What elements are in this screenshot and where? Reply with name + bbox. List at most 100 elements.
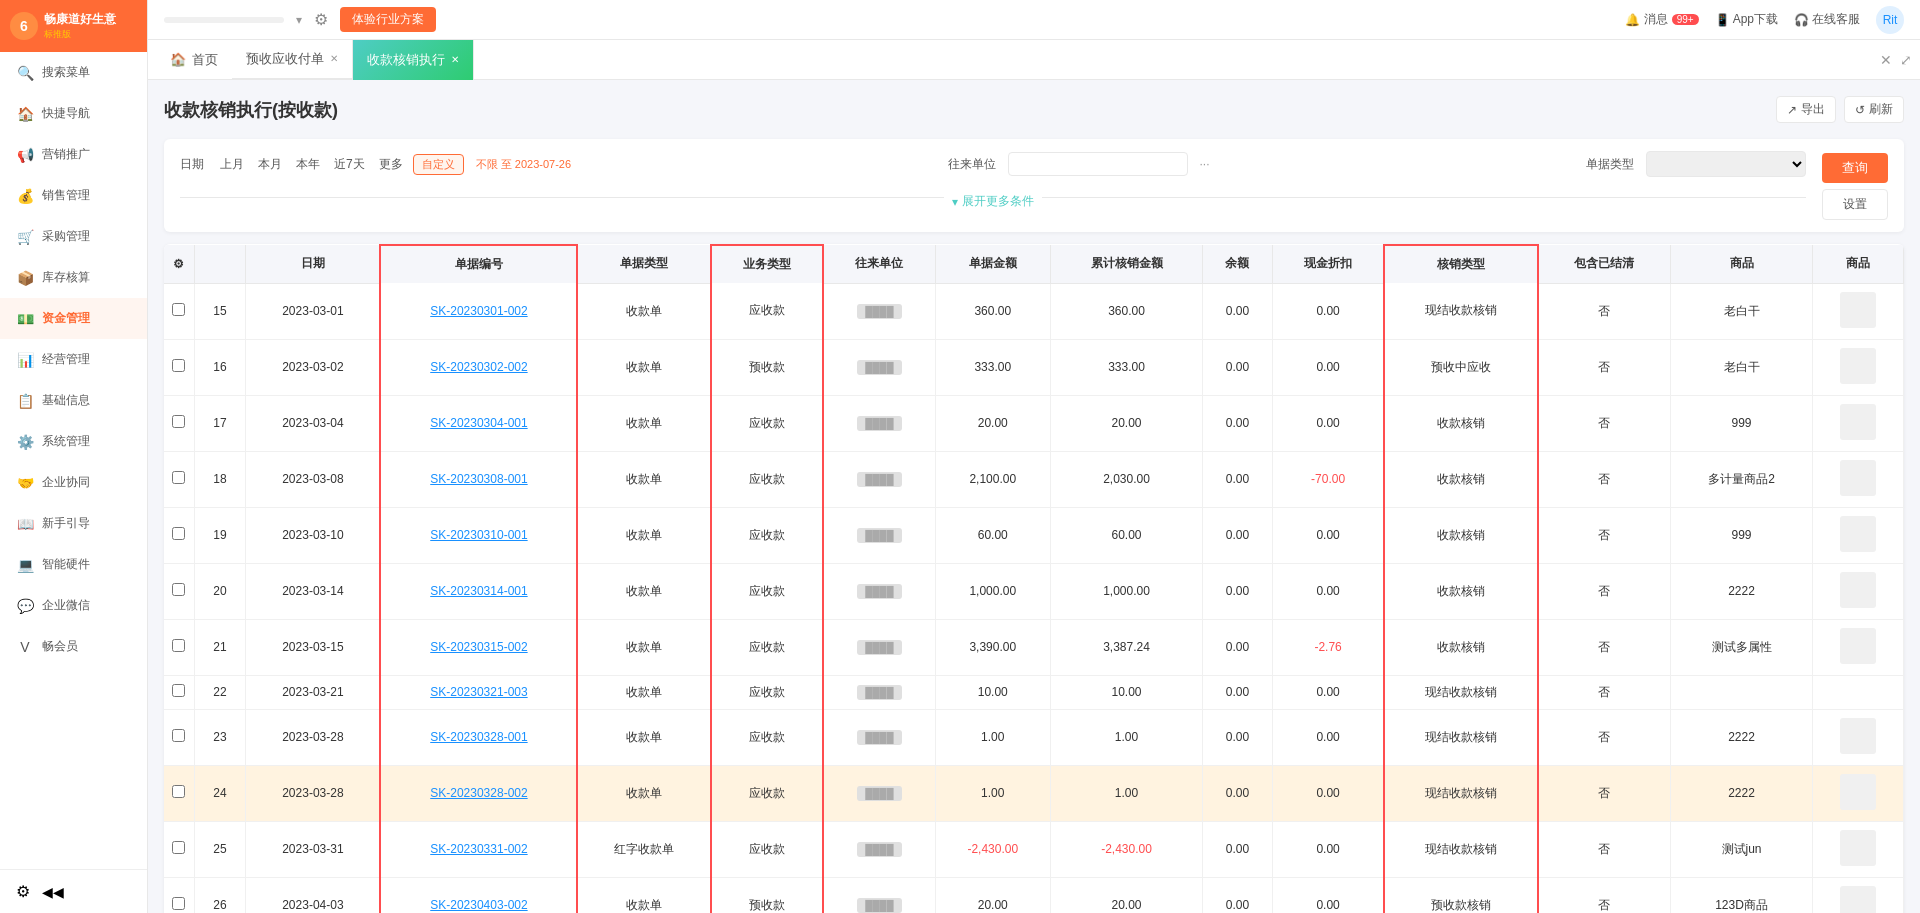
date-prev-month[interactable]: 上月 [216, 154, 248, 175]
counterparty-input[interactable] [1008, 152, 1188, 176]
sidebar-item-hardware[interactable]: 💻 智能硬件 [0, 544, 147, 585]
bill-no-link[interactable]: SK-20230304-001 [430, 416, 527, 430]
cell-check[interactable] [164, 395, 194, 451]
user-avatar[interactable]: Rit [1876, 6, 1904, 34]
cell-check[interactable] [164, 821, 194, 877]
dots-icon[interactable]: ··· [1200, 157, 1210, 171]
cell-check[interactable] [164, 765, 194, 821]
sidebar-label-enterprise: 企业协同 [42, 474, 90, 491]
th-gear[interactable]: ⚙ [164, 245, 194, 283]
cell-check[interactable] [164, 283, 194, 339]
bell-icon: 🔔 [1625, 13, 1640, 27]
bill-no-link[interactable]: SK-20230314-001 [430, 584, 527, 598]
message-area[interactable]: 🔔 消息 99+ [1625, 11, 1699, 28]
sidebar-item-search-menu[interactable]: 🔍 搜索菜单 [0, 52, 147, 93]
search-box[interactable] [164, 17, 284, 23]
cell-check[interactable] [164, 619, 194, 675]
sidebar-item-enterprise[interactable]: 🤝 企业协同 [0, 462, 147, 503]
collapse-icon[interactable]: ◀◀ [42, 884, 64, 900]
sidebar-item-member[interactable]: V 畅会员 [0, 626, 147, 667]
cell-product2 [1813, 709, 1904, 765]
sidebar-label-inventory: 库存核算 [42, 269, 90, 286]
sidebar-item-purchase[interactable]: 🛒 采购管理 [0, 216, 147, 257]
cell-check[interactable] [164, 563, 194, 619]
date-cur-month[interactable]: 本月 [254, 154, 286, 175]
sidebar-item-operation[interactable]: 📊 经营管理 [0, 339, 147, 380]
sidebar-item-system[interactable]: ⚙️ 系统管理 [0, 421, 147, 462]
th-date: 日期 [246, 245, 381, 283]
dropdown-arrow[interactable]: ▾ [296, 13, 302, 27]
query-button[interactable]: 查询 [1822, 153, 1888, 183]
gear-icon[interactable]: ⚙ [314, 10, 328, 29]
close-receipt-icon[interactable]: ✕ [451, 54, 459, 65]
tab-prepay[interactable]: 预收应收付单 ✕ [232, 40, 353, 80]
sidebar-item-marketing[interactable]: 📢 营销推广 [0, 134, 147, 175]
cell-biz-type: 应收款 [711, 451, 824, 507]
purchase-icon: 🛒 [16, 229, 34, 245]
bill-no-link[interactable]: SK-20230403-002 [430, 898, 527, 912]
bill-no-link[interactable]: SK-20230302-002 [430, 360, 527, 374]
system-icon: ⚙️ [16, 434, 34, 450]
cell-check[interactable] [164, 507, 194, 563]
receipt-type-select[interactable] [1646, 151, 1806, 177]
filter-row: 日期 上月 本月 本年 近7天 更多 自定义 不限 至 2023-07-26 [180, 151, 1806, 177]
sidebar-item-quick-nav[interactable]: 🏠 快捷导航 [0, 93, 147, 134]
sidebar-item-finance[interactable]: 💵 资金管理 [0, 298, 147, 339]
tab-receipt[interactable]: 收款核销执行 ✕ [353, 40, 474, 80]
sidebar-item-sales[interactable]: 💰 销售管理 [0, 175, 147, 216]
filter-bar: 日期 上月 本月 本年 近7天 更多 自定义 不限 至 2023-07-26 [164, 139, 1904, 232]
cell-date: 2023-03-08 [246, 451, 381, 507]
date-more[interactable]: 更多 [375, 154, 407, 175]
bill-no-link[interactable]: SK-20230328-002 [430, 786, 527, 800]
date-7days[interactable]: 近7天 [330, 154, 369, 175]
cell-verify-type: 现结收款核销 [1384, 765, 1538, 821]
bill-no-link[interactable]: SK-20230315-002 [430, 640, 527, 654]
export-button[interactable]: ↗ 导出 [1776, 96, 1836, 123]
bill-no-link[interactable]: SK-20230321-003 [430, 685, 527, 699]
sidebar-item-inventory[interactable]: 📦 库存核算 [0, 257, 147, 298]
close-prepay-icon[interactable]: ✕ [330, 53, 338, 64]
refresh-button[interactable]: ↺ 刷新 [1844, 96, 1904, 123]
cell-balance: 0.00 [1202, 709, 1272, 765]
search-menu-icon: 🔍 [16, 65, 34, 81]
sidebar-item-guide[interactable]: 📖 新手引导 [0, 503, 147, 544]
cell-no: 19 [194, 507, 246, 563]
tab-home[interactable]: 🏠 首页 [156, 40, 232, 80]
setting-button[interactable]: 设置 [1822, 189, 1888, 220]
cell-counterparty: ████ [823, 765, 935, 821]
operation-icon: 📊 [16, 352, 34, 368]
cell-check[interactable] [164, 675, 194, 709]
sidebar: 6 畅康道好生意 标推版 🔍 搜索菜单 🏠 快捷导航 📢 营销推广 💰 销售管理… [0, 0, 148, 913]
cell-check[interactable] [164, 709, 194, 765]
online-service[interactable]: 🎧 在线客服 [1794, 11, 1860, 28]
date-cur-year[interactable]: 本年 [292, 154, 324, 175]
industry-btn[interactable]: 体验行业方案 [340, 7, 436, 32]
sidebar-label-sales: 销售管理 [42, 187, 90, 204]
cell-date: 2023-03-04 [246, 395, 381, 451]
cell-check[interactable] [164, 451, 194, 507]
date-custom-btn[interactable]: 自定义 [413, 154, 464, 175]
cell-cum-amount: 60.00 [1051, 507, 1203, 563]
cell-product: 测试jun [1670, 821, 1813, 877]
cell-bill-amount: 10.00 [935, 675, 1051, 709]
cell-bill-type: 收款单 [577, 283, 710, 339]
cell-check[interactable] [164, 339, 194, 395]
cell-include-settled: 否 [1538, 507, 1670, 563]
sidebar-item-basic[interactable]: 📋 基础信息 [0, 380, 147, 421]
settings-icon[interactable]: ⚙ [16, 882, 30, 901]
sidebar-item-wechat[interactable]: 💬 企业微信 [0, 585, 147, 626]
cell-bill-amount: -2,430.00 [935, 821, 1051, 877]
cell-bill-type: 收款单 [577, 339, 710, 395]
bill-no-link[interactable]: SK-20230310-001 [430, 528, 527, 542]
cell-check[interactable] [164, 877, 194, 913]
cell-bill-no: SK-20230314-001 [380, 563, 577, 619]
bill-no-link[interactable]: SK-20230308-001 [430, 472, 527, 486]
bill-no-link[interactable]: SK-20230331-002 [430, 842, 527, 856]
maximize-icon[interactable]: ⤢ [1900, 52, 1912, 68]
expand-btn[interactable]: ▾ 展开更多条件 [952, 193, 1034, 210]
bill-no-link[interactable]: SK-20230328-001 [430, 730, 527, 744]
app-download[interactable]: 📱 App下载 [1715, 11, 1778, 28]
bill-no-link[interactable]: SK-20230301-002 [430, 304, 527, 318]
home-icon: 🏠 [170, 52, 186, 67]
close-all-icon[interactable]: ✕ [1880, 52, 1892, 68]
